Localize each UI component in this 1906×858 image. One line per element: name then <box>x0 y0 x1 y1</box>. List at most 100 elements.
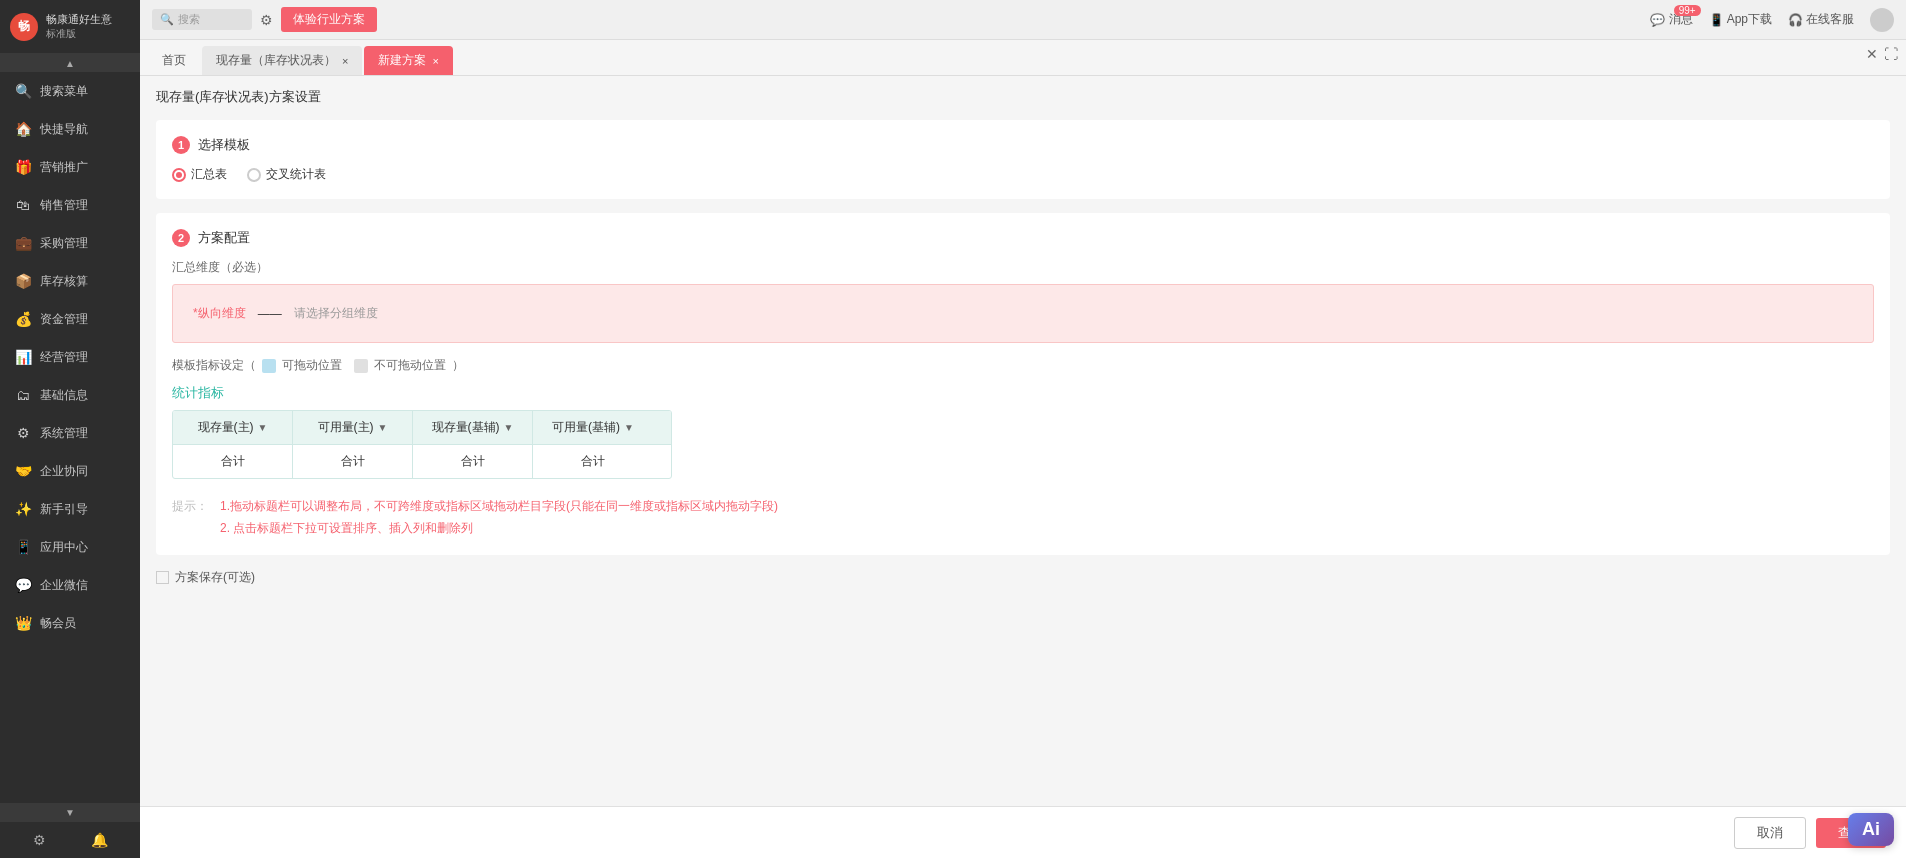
brand-icon: 畅 <box>10 13 38 41</box>
tab-home[interactable]: 首页 <box>148 46 200 75</box>
topbar-right: 💬 消息 99+ 📱 App下载 🎧 在线客服 <box>1650 8 1894 32</box>
ai-badge[interactable]: Ai <box>1848 813 1894 846</box>
radio-cross[interactable]: 交叉统计表 <box>247 166 326 183</box>
sidebar-item-operation[interactable]: 📊 经营管理 <box>0 338 140 376</box>
step2-badge: 2 <box>172 229 190 247</box>
step1-header: 1 选择模板 <box>172 136 1874 154</box>
col2-chevron-icon: ▼ <box>378 422 388 433</box>
tab-new-plan-close[interactable]: × <box>432 55 438 67</box>
sidebar-item-basic-info[interactable]: 🗂 基础信息 <box>0 376 140 414</box>
basic-info-icon: 🗂 <box>14 386 32 404</box>
sidebar-scroll-up[interactable]: ▲ <box>0 54 140 72</box>
quick-nav-icon: 🏠 <box>14 120 32 138</box>
app-icon: 📱 <box>1709 13 1724 27</box>
fixed-badge <box>354 359 368 373</box>
app-download-link[interactable]: 📱 App下载 <box>1709 11 1772 28</box>
stats-col4-body: 合计 <box>533 445 653 478</box>
stats-col2-header[interactable]: 可用量(主) ▼ <box>293 411 413 444</box>
sidebar-item-guide[interactable]: ✨ 新手引导 <box>0 490 140 528</box>
tab-inventory[interactable]: 现存量（库存状况表） × <box>202 46 362 75</box>
stats-header-row: 现存量(主) ▼ 可用量(主) ▼ 现存量(基辅) ▼ 可用量(基辅) ▼ <box>173 411 671 444</box>
tab-new-plan[interactable]: 新建方案 × <box>364 46 452 75</box>
trial-button[interactable]: 体验行业方案 <box>281 7 377 32</box>
cooperation-icon: 🤝 <box>14 462 32 480</box>
customer-service-link[interactable]: 🎧 在线客服 <box>1788 11 1854 28</box>
sidebar-item-inventory[interactable]: 📦 库存核算 <box>0 262 140 300</box>
tip-line2: 2. 点击标题栏下拉可设置排序、插入列和删除列 <box>172 518 1874 540</box>
purchase-icon: 💼 <box>14 234 32 252</box>
sidebar-item-sales[interactable]: 🛍 销售管理 <box>0 186 140 224</box>
topbar-search[interactable]: 🔍 搜索 <box>152 9 252 30</box>
tab-expand-button[interactable]: ⛶ <box>1884 46 1898 62</box>
stats-col3-header[interactable]: 现存量(基辅) ▼ <box>413 411 533 444</box>
main-area: 🔍 搜索 ⚙ 体验行业方案 💬 消息 99+ 📱 App下载 🎧 在线客服 <box>140 0 1906 858</box>
sidebar-item-purchase[interactable]: 💼 采购管理 <box>0 224 140 262</box>
col1-chevron-icon: ▼ <box>258 422 268 433</box>
step1-section: 1 选择模板 汇总表 交叉统计表 <box>156 120 1890 199</box>
step1-badge: 1 <box>172 136 190 154</box>
sidebar-item-cooperation[interactable]: 🤝 企业协同 <box>0 452 140 490</box>
topbar-left: 🔍 搜索 ⚙ 体验行业方案 <box>152 7 377 32</box>
topbar-gear-icon[interactable]: ⚙ <box>260 12 273 28</box>
sidebar-item-marketing[interactable]: 🎁 营销推广 <box>0 148 140 186</box>
indicator-label: 模板指标设定（ 可拖动位置 不可拖动位置 ） <box>172 357 1874 374</box>
content-area: 现存量(库存状况表)方案设置 1 选择模板 汇总表 交叉统计表 2 <box>140 76 1906 806</box>
radio-summary[interactable]: 汇总表 <box>172 166 227 183</box>
finance-icon: 💰 <box>14 310 32 328</box>
step1-title: 选择模板 <box>198 136 250 154</box>
guide-icon: ✨ <box>14 500 32 518</box>
step2-title: 方案配置 <box>198 229 250 247</box>
sales-icon: 🛍 <box>14 196 32 214</box>
stats-body-row: 合计 合计 合计 合计 <box>173 444 671 478</box>
sidebar-item-member[interactable]: 👑 畅会员 <box>0 604 140 642</box>
dimension-area[interactable]: *纵向维度 —— 请选择分组维度 <box>172 284 1874 343</box>
stats-col4-header[interactable]: 可用量(基辅) ▼ <box>533 411 653 444</box>
sound-icon[interactable]: 🔔 <box>91 832 108 848</box>
sidebar-nav: 🔍 搜索菜单 🏠 快捷导航 🎁 营销推广 🛍 销售管理 💼 采购管理 📦 库存核… <box>0 72 140 803</box>
system-icon: ⚙ <box>14 424 32 442</box>
dimension-placeholder: 请选择分组维度 <box>294 305 378 322</box>
tips-section: 提示： 1.拖动标题栏可以调整布局，不可跨维度或指标区域拖动栏目字段(只能在同一… <box>172 496 1874 539</box>
sidebar-item-search-menu[interactable]: 🔍 搜索菜单 <box>0 72 140 110</box>
notification-button[interactable]: 💬 消息 99+ <box>1650 11 1693 28</box>
footer-bar: 取消 查询 <box>140 806 1906 858</box>
tip-line1: 提示： 1.拖动标题栏可以调整布局，不可跨维度或指标区域拖动栏目字段(只能在同一… <box>172 496 1874 518</box>
search-menu-icon: 🔍 <box>14 82 32 100</box>
operation-icon: 📊 <box>14 348 32 366</box>
notification-badge: 99+ <box>1674 5 1701 16</box>
indicator-settings: 模板指标设定（ 可拖动位置 不可拖动位置 ） <box>172 357 1874 374</box>
tab-inventory-close[interactable]: × <box>342 55 348 67</box>
save-checkbox[interactable] <box>156 571 169 584</box>
brand-text: 畅康通好生意 标准版 <box>46 12 112 41</box>
sidebar-item-quick-nav[interactable]: 🏠 快捷导航 <box>0 110 140 148</box>
step2-section: 2 方案配置 汇总维度（必选） *纵向维度 —— 请选择分组维度 模板指标设定（… <box>156 213 1890 555</box>
notification-icon: 💬 <box>1650 13 1665 27</box>
tabs-actions: ✕ ⛶ <box>1866 46 1898 62</box>
sidebar-item-finance[interactable]: 💰 资金管理 <box>0 300 140 338</box>
sidebar-item-wechat[interactable]: 💬 企业微信 <box>0 566 140 604</box>
user-avatar[interactable] <box>1870 8 1894 32</box>
brand-header: 畅 畅康通好生意 标准版 <box>0 0 140 54</box>
wechat-icon: 💬 <box>14 576 32 594</box>
stats-col2-body: 合计 <box>293 445 413 478</box>
topbar: 🔍 搜索 ⚙ 体验行业方案 💬 消息 99+ 📱 App下载 🎧 在线客服 <box>140 0 1906 40</box>
stats-col3-body: 合计 <box>413 445 533 478</box>
col3-chevron-icon: ▼ <box>504 422 514 433</box>
tabs-bar: 首页 现存量（库存状况表） × 新建方案 × ✕ ⛶ <box>140 40 1906 76</box>
search-icon: 🔍 <box>160 13 174 26</box>
service-icon: 🎧 <box>1788 13 1803 27</box>
sidebar-scroll-down[interactable]: ▼ <box>0 803 140 821</box>
stats-col1-header[interactable]: 现存量(主) ▼ <box>173 411 293 444</box>
step2-header: 2 方案配置 <box>172 229 1874 247</box>
app-center-icon: 📱 <box>14 538 32 556</box>
settings-icon[interactable]: ⚙ <box>33 832 46 848</box>
template-options: 汇总表 交叉统计表 <box>172 166 1874 183</box>
sidebar-item-app-center[interactable]: 📱 应用中心 <box>0 528 140 566</box>
dimension-required-label: *纵向维度 <box>193 305 246 322</box>
cancel-button[interactable]: 取消 <box>1734 817 1806 849</box>
sidebar-footer: ⚙ 🔔 <box>0 821 140 858</box>
dimension-dash: —— <box>258 307 282 321</box>
sidebar-item-system[interactable]: ⚙ 系统管理 <box>0 414 140 452</box>
tab-close-all-button[interactable]: ✕ <box>1866 46 1878 62</box>
stats-col1-body: 合计 <box>173 445 293 478</box>
